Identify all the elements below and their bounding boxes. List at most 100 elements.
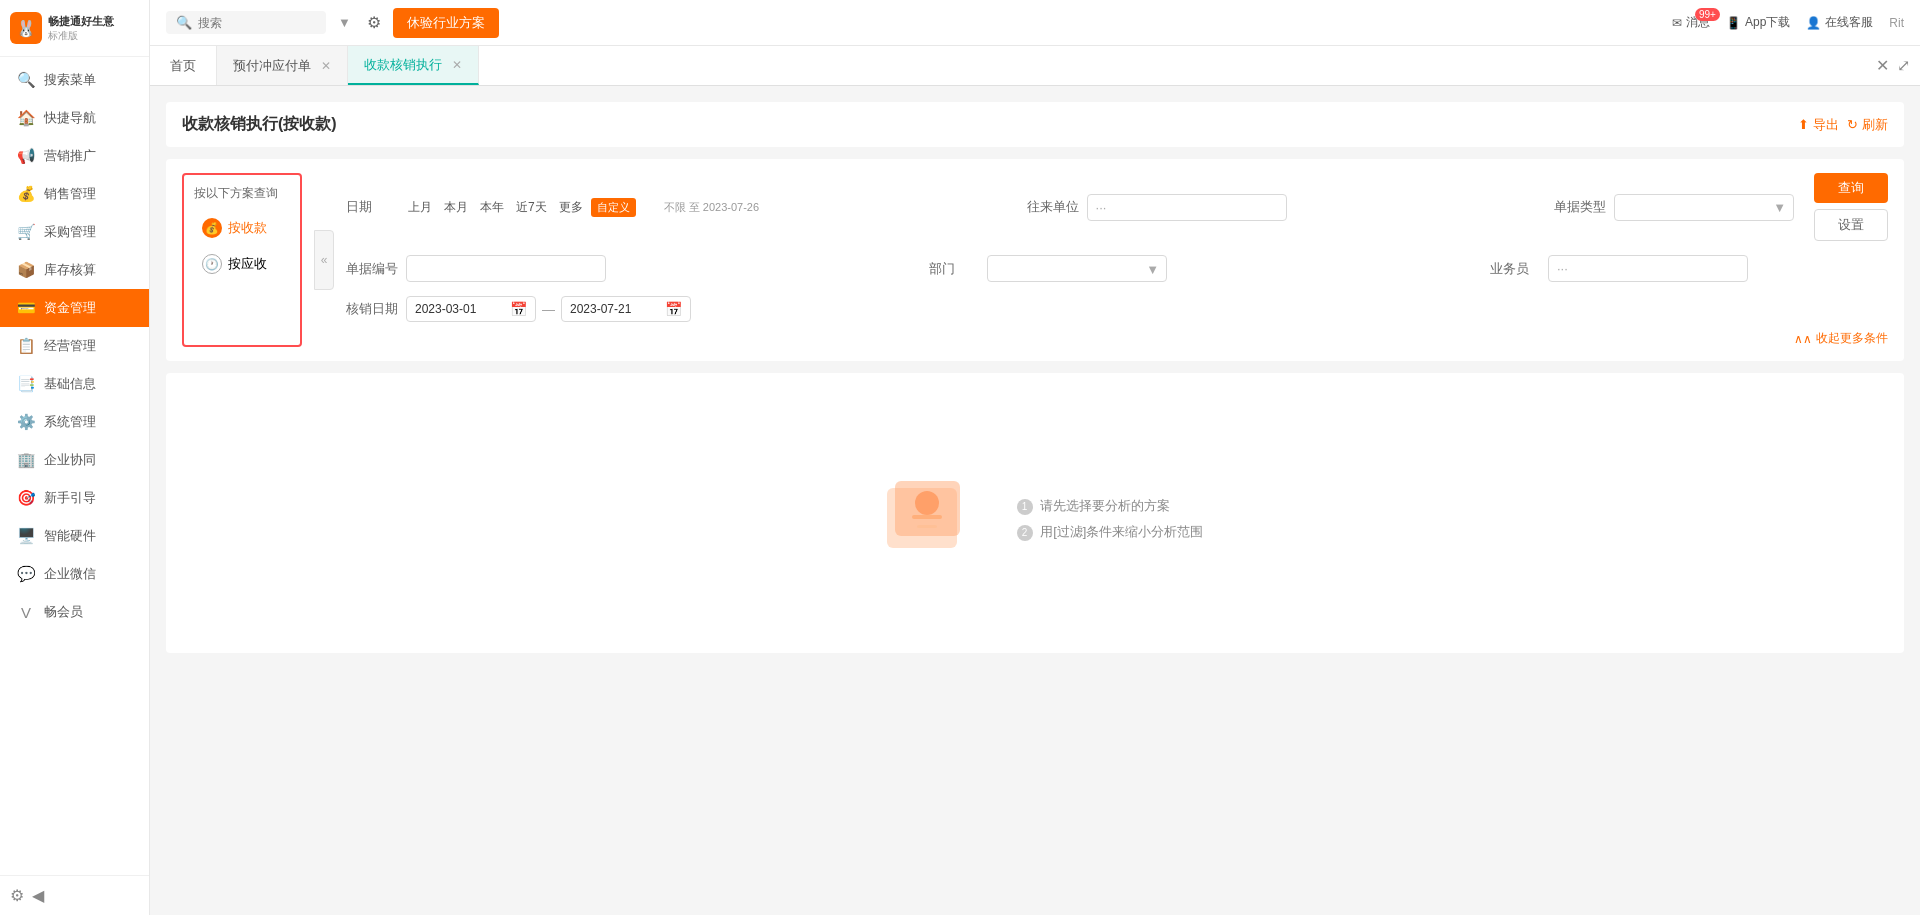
dept-select[interactable] xyxy=(987,255,1167,282)
tab-prepay[interactable]: 预付冲应付单 ✕ xyxy=(217,46,348,85)
date-btn-7days[interactable]: 近7天 xyxy=(512,197,551,218)
filter-receipt-icon: 💰 xyxy=(202,218,222,238)
doctype-select[interactable] xyxy=(1614,194,1794,221)
sidebar-item-wechat[interactable]: 💬 企业微信 xyxy=(0,555,149,593)
finance-icon: 💳 xyxy=(16,299,36,317)
industry-btn[interactable]: 休验行业方案 xyxy=(393,8,499,38)
refresh-btn[interactable]: ↻ 刷新 xyxy=(1847,116,1888,134)
operation-label: 经营管理 xyxy=(44,337,96,355)
query-btn[interactable]: 查询 xyxy=(1814,173,1888,203)
sidebar-bottom: ⚙ ◀ xyxy=(0,875,149,915)
topbar: 🔍 ▼ ⚙ 休验行业方案 ✉ 消息 99+ 📱 App下载 👤 在线客服 Rit xyxy=(150,0,1920,46)
verify-date-field: 核销日期 2023-03-01 📅 — 2023-07-21 xyxy=(346,296,691,322)
tab-home[interactable]: 首页 xyxy=(150,46,217,85)
sidebar-item-hardware[interactable]: 🖥️智能硬件 xyxy=(0,517,149,555)
sidebar-item-search[interactable]: 🔍搜索菜单 xyxy=(0,61,149,99)
filter-sidebar-title: 按以下方案查询 xyxy=(194,185,290,202)
filter-receipt-label: 按收款 xyxy=(228,219,267,237)
date-btn-custom[interactable]: 自定义 xyxy=(591,198,636,217)
doctype-label: 单据类型 xyxy=(1554,198,1606,216)
svg-point-2 xyxy=(915,491,939,515)
sidebar-item-inventory[interactable]: 📦库存核算 xyxy=(0,251,149,289)
search-input[interactable] xyxy=(198,16,298,30)
collapse-arrow-icon: « xyxy=(321,253,328,267)
app-label: App下载 xyxy=(1745,14,1790,31)
sidebar-item-operation[interactable]: 📋经营管理 xyxy=(0,327,149,365)
tab-verify-close[interactable]: ✕ xyxy=(452,58,462,72)
message-badge: 99+ xyxy=(1695,8,1720,21)
wechat-label: 企业微信 xyxy=(44,565,96,583)
docno-input[interactable] xyxy=(406,255,606,282)
inventory-icon: 📦 xyxy=(16,261,36,279)
tab-close-window-btn[interactable]: ✕ xyxy=(1876,56,1889,75)
empty-container: 1 请先选择要分析的方案 2 用[过滤]条件来缩小分析范围 xyxy=(867,453,1204,573)
marketing-label: 营销推广 xyxy=(44,147,96,165)
filter-collapse-btn[interactable]: « xyxy=(314,230,334,290)
sidebar-item-purchase[interactable]: 🛒采购管理 xyxy=(0,213,149,251)
tab-fullscreen-btn[interactable]: ⤢ xyxy=(1897,56,1910,75)
user-name[interactable]: Rit xyxy=(1889,16,1904,30)
calendar-end-icon[interactable]: 📅 xyxy=(665,301,682,317)
topbar-search[interactable]: 🔍 xyxy=(166,11,326,34)
partner-label: 往来单位 xyxy=(1027,198,1079,216)
date-btn-this-year[interactable]: 本年 xyxy=(476,197,508,218)
date-btn-more[interactable]: 更多 xyxy=(555,197,587,218)
dropdown-icon[interactable]: ▼ xyxy=(338,15,351,30)
collapse-more-btn[interactable]: ∧∧ 收起更多条件 xyxy=(1794,330,1888,347)
hardware-label: 智能硬件 xyxy=(44,527,96,545)
filter-option-by-receipt[interactable]: 💰 按收款 xyxy=(194,212,290,244)
empty-svg xyxy=(867,453,987,573)
sidebar-item-marketing[interactable]: 📢营销推广 xyxy=(0,137,149,175)
wechat-icon: 💬 xyxy=(16,565,36,583)
message-btn[interactable]: ✉ 消息 99+ xyxy=(1672,14,1710,31)
export-icon: ⬆ xyxy=(1798,117,1809,132)
partner-input[interactable]: ··· xyxy=(1087,194,1287,221)
sidebar-item-guide[interactable]: 🎯新手引导 xyxy=(0,479,149,517)
staff-input[interactable]: ··· xyxy=(1548,255,1748,282)
hint-num-1: 1 xyxy=(1017,499,1033,515)
sidebar-item-basic-info[interactable]: 📑基础信息 xyxy=(0,365,149,403)
sales-icon: 💰 xyxy=(16,185,36,203)
sidebar-item-quick-nav[interactable]: 🏠快捷导航 xyxy=(0,99,149,137)
sidebar-item-sales[interactable]: 💰销售管理 xyxy=(0,175,149,213)
verify-date-start-value: 2023-03-01 xyxy=(415,302,476,316)
tabs-bar: 首页 预付冲应付单 ✕ 收款核销执行 ✕ ✕ ⤢ xyxy=(150,46,1920,86)
sidebar-item-member[interactable]: V畅会员 xyxy=(0,593,149,631)
collapse-icon[interactable]: ◀ xyxy=(32,886,44,905)
collapse-more: ∧∧ 收起更多条件 xyxy=(346,330,1888,347)
settings-icon[interactable]: ⚙ xyxy=(10,886,24,905)
tab-verify[interactable]: 收款核销执行 ✕ xyxy=(348,46,479,85)
logo-badge: 标准版 xyxy=(48,29,114,43)
collapse-up-icon: ∧∧ xyxy=(1794,332,1812,346)
calendar-start-icon[interactable]: 📅 xyxy=(510,301,527,317)
date-hint: 不限 至 2023-07-26 xyxy=(664,200,759,215)
date-btn-this-month[interactable]: 本月 xyxy=(440,197,472,218)
refresh-label: 刷新 xyxy=(1862,116,1888,134)
empty-illustration xyxy=(867,453,987,573)
filter-option-by-receivable[interactable]: 🕐 按应收 xyxy=(194,248,290,280)
verify-date-start[interactable]: 2023-03-01 📅 xyxy=(406,296,536,322)
sidebar-item-enterprise[interactable]: 🏢企业协同 xyxy=(0,441,149,479)
sidebar-logo: 🐰 畅捷通好生意 标准版 xyxy=(0,0,149,57)
finance-label: 资金管理 xyxy=(44,299,96,317)
enterprise-label: 企业协同 xyxy=(44,451,96,469)
empty-hint-1: 1 请先选择要分析的方案 xyxy=(1017,493,1204,519)
basic-info-icon: 📑 xyxy=(16,375,36,393)
form-row-3: 核销日期 2023-03-01 📅 — 2023-07-21 xyxy=(346,296,1888,322)
settings-btn[interactable]: 设置 xyxy=(1814,209,1888,241)
verify-date-end[interactable]: 2023-07-21 📅 xyxy=(561,296,691,322)
app-download-btn[interactable]: 📱 App下载 xyxy=(1726,14,1790,31)
member-label: 畅会员 xyxy=(44,603,83,621)
sidebar-item-finance[interactable]: 💳 资金管理 xyxy=(0,289,149,327)
export-btn[interactable]: ⬆ 导出 xyxy=(1798,116,1839,134)
date-btn-last-month[interactable]: 上月 xyxy=(404,197,436,218)
search-icon: 🔍 xyxy=(16,71,36,89)
app-icon: 📱 xyxy=(1726,16,1741,30)
online-service-btn[interactable]: 👤 在线客服 xyxy=(1806,14,1873,31)
filter-receivable-icon: 🕐 xyxy=(202,254,222,274)
tab-prepay-close[interactable]: ✕ xyxy=(321,59,331,73)
sidebar-item-system[interactable]: ⚙️系统管理 xyxy=(0,403,149,441)
verify-date-label: 核销日期 xyxy=(346,300,398,318)
topbar-gear-icon[interactable]: ⚙ xyxy=(367,13,381,32)
logo-icon: 🐰 xyxy=(10,12,42,44)
